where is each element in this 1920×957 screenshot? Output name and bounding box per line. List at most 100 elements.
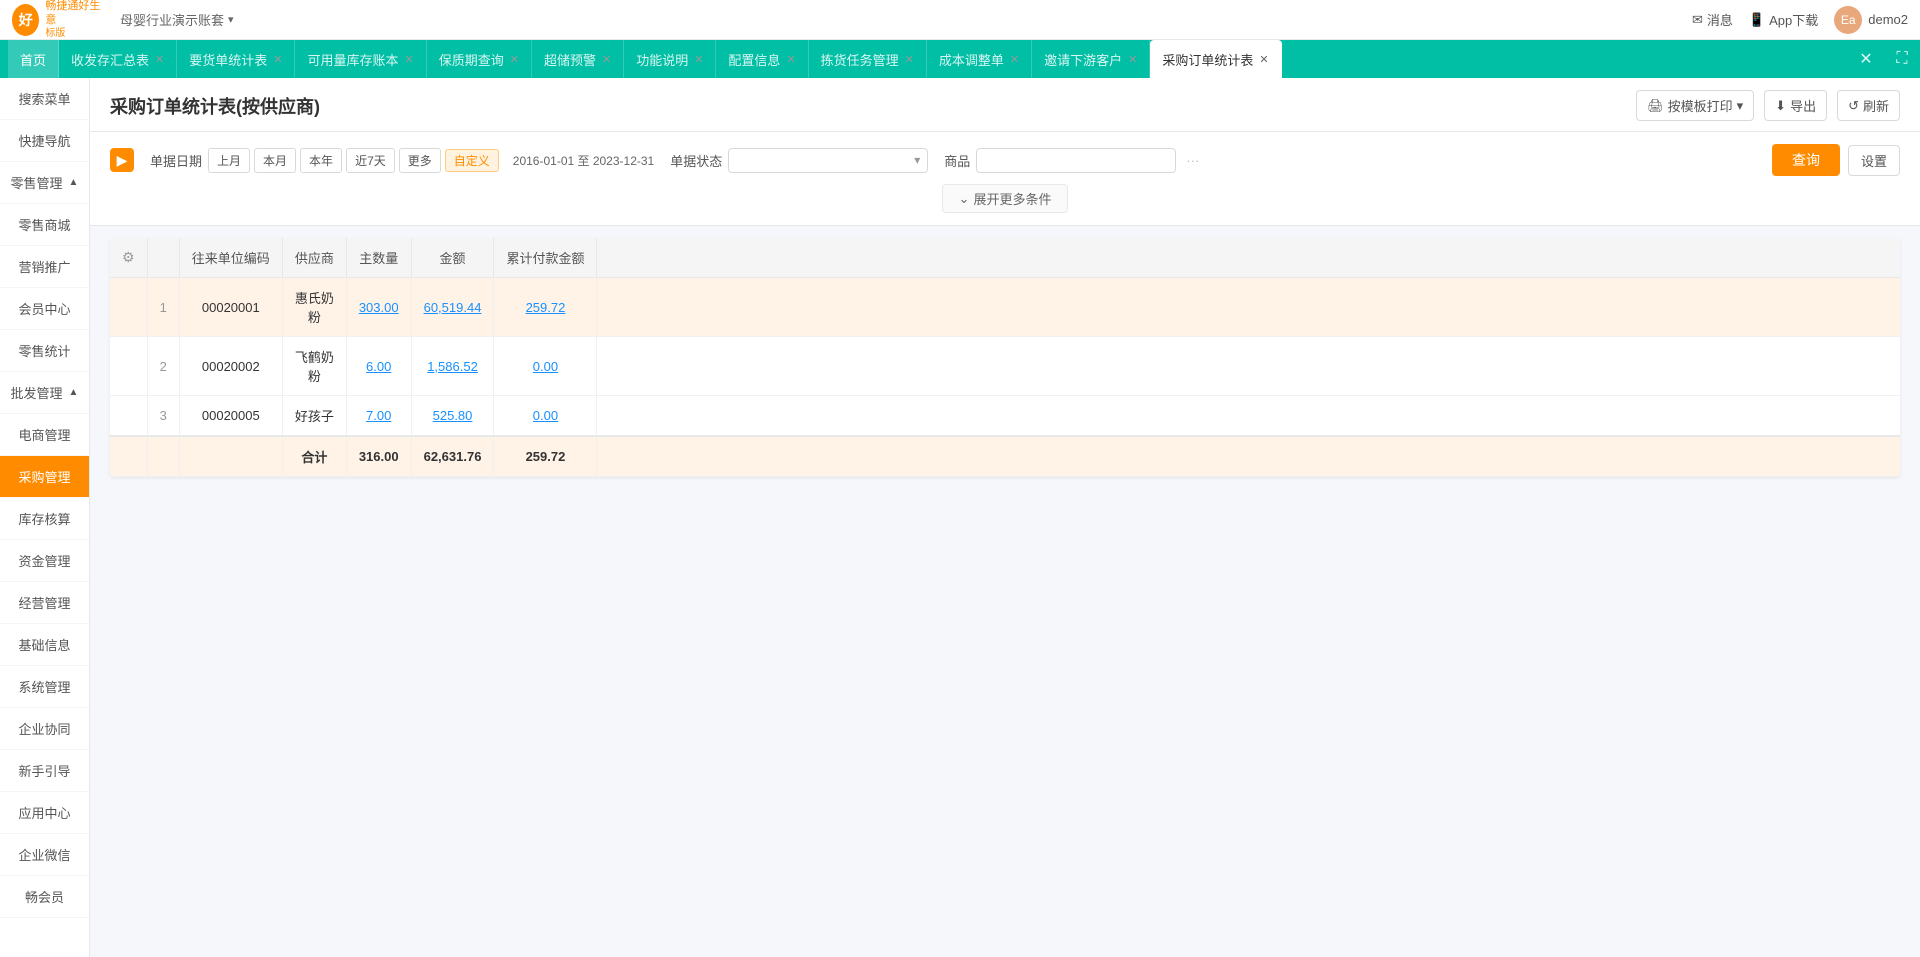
sidebar-item-purchase[interactable]: 采购管理 bbox=[0, 456, 89, 498]
close-icon[interactable]: ✕ bbox=[1259, 53, 1268, 66]
tab-baoxian[interactable]: 保质期查询 ✕ bbox=[427, 40, 532, 78]
chevron-down-icon: ⌄ bbox=[959, 191, 970, 207]
status-select[interactable] bbox=[728, 148, 928, 173]
date-shortcut-7days[interactable]: 近7天 bbox=[346, 148, 395, 173]
sidebar-item-enterprise[interactable]: 企业协同 bbox=[0, 708, 89, 750]
sidebar-item-app-center[interactable]: 应用中心 bbox=[0, 792, 89, 834]
sidebar-item-vip[interactable]: 畅会员 bbox=[0, 876, 89, 918]
close-icon[interactable]: ✕ bbox=[905, 53, 914, 66]
tab-peizhi[interactable]: 配置信息 ✕ bbox=[716, 40, 808, 78]
filter-toggle-button[interactable]: ▶ bbox=[110, 148, 134, 172]
row-main-qty[interactable]: 6.00 bbox=[346, 337, 411, 396]
filter-row: ▶ 单据日期 上月 本月 本年 近7天 更多 自定义 2016-01-01 至 … bbox=[110, 144, 1900, 176]
sidebar-item-label: 零售商城 bbox=[18, 215, 70, 234]
print-icon: 🖨 bbox=[1647, 98, 1664, 114]
home-tab-label: 首页 bbox=[20, 50, 46, 69]
sidebar-item-marketing[interactable]: 营销推广 bbox=[0, 246, 89, 288]
tab-paihuorenwu[interactable]: 拣货任务管理 ✕ bbox=[809, 40, 927, 78]
col-header-amount: 金额 bbox=[411, 238, 494, 278]
row-supplier-name: 好孩子 bbox=[282, 396, 346, 437]
expand-tabs-button[interactable]: ⛶ bbox=[1884, 40, 1920, 78]
goods-filter-item: 商品 ··· bbox=[944, 148, 1199, 173]
goods-input[interactable] bbox=[976, 148, 1176, 173]
close-icon[interactable]: ✕ bbox=[786, 53, 795, 66]
row-amount[interactable]: 60,519.44 bbox=[411, 278, 494, 337]
sidebar-item-system[interactable]: 系统管理 bbox=[0, 666, 89, 708]
tab-yaohuo[interactable]: 要货单统计表 ✕ bbox=[177, 40, 295, 78]
sidebar-item-retail-mall[interactable]: 零售商城 bbox=[0, 204, 89, 246]
chevron-down-icon: ▾ bbox=[1737, 98, 1744, 114]
row-main-qty[interactable]: 7.00 bbox=[346, 396, 411, 437]
close-all-tabs-button[interactable]: ✕ bbox=[1848, 40, 1884, 78]
close-icon[interactable]: ✕ bbox=[405, 53, 414, 66]
sidebar-item-shortcut[interactable]: 快捷导航 bbox=[0, 120, 89, 162]
row-settings-cell bbox=[110, 278, 147, 337]
tab-chengben[interactable]: 成本调整单 ✕ bbox=[927, 40, 1032, 78]
close-icon[interactable]: ✕ bbox=[602, 53, 611, 66]
row-num: 2 bbox=[147, 337, 179, 396]
page-content: 采购订单统计表(按供应商) 🖨 按模板打印 ▾ ⬇ 导出 ↺ 刷新 bbox=[90, 78, 1920, 957]
app-download-action[interactable]: 📱 App下载 bbox=[1749, 10, 1818, 29]
settings-button[interactable]: 设置 bbox=[1848, 145, 1900, 176]
row-main-qty[interactable]: 303.00 bbox=[346, 278, 411, 337]
sidebar-item-inventory[interactable]: 库存核算 bbox=[0, 498, 89, 540]
date-shortcut-this-month[interactable]: 本月 bbox=[254, 148, 296, 173]
tab-caigou[interactable]: 采购订单统计表 ✕ bbox=[1150, 40, 1281, 78]
workspace-selector[interactable]: 母婴行业演示账套 ▾ bbox=[112, 6, 242, 33]
tab-yaoqing[interactable]: 邀请下游客户 ✕ bbox=[1032, 40, 1150, 78]
sidebar-item-capital[interactable]: 资金管理 bbox=[0, 540, 89, 582]
tab-gongneng[interactable]: 功能说明 ✕ bbox=[624, 40, 716, 78]
sidebar-item-label: 会员中心 bbox=[18, 299, 70, 318]
sidebar-item-wechat[interactable]: 企业微信 bbox=[0, 834, 89, 876]
sidebar-item-search[interactable]: 搜索菜单 bbox=[0, 78, 89, 120]
sidebar-item-label: 畅会员 bbox=[25, 887, 64, 906]
sidebar-item-member[interactable]: 会员中心 bbox=[0, 288, 89, 330]
tab-chaochu[interactable]: 超储预警 ✕ bbox=[532, 40, 624, 78]
more-dots-icon[interactable]: ··· bbox=[1186, 153, 1199, 168]
date-shortcut-more[interactable]: 更多 bbox=[399, 148, 441, 173]
user-profile[interactable]: Ea demo2 bbox=[1834, 6, 1908, 34]
sidebar-item-retail-stats[interactable]: 零售统计 bbox=[0, 330, 89, 372]
message-action[interactable]: ✉ 消息 bbox=[1692, 10, 1733, 29]
date-shortcut-last-month[interactable]: 上月 bbox=[208, 148, 250, 173]
table-row: 1 00020001 惠氏奶粉 303.00 60,519.44 259.72 bbox=[110, 278, 1900, 337]
logo-text: 畅捷通好生意 标版 bbox=[45, 0, 102, 40]
close-icon[interactable]: ✕ bbox=[1010, 53, 1019, 66]
row-paid-amount[interactable]: 0.00 bbox=[494, 396, 597, 437]
footer-paid-amount: 259.72 bbox=[494, 436, 597, 477]
row-settings-cell bbox=[110, 396, 147, 437]
expand-filter-button[interactable]: ⌄ 展开更多条件 bbox=[942, 184, 1069, 213]
row-settings-cell bbox=[110, 337, 147, 396]
search-button[interactable]: 查询 bbox=[1772, 144, 1840, 176]
table-row: 2 00020002 飞鹤奶粉 6.00 1,586.52 0.00 bbox=[110, 337, 1900, 396]
date-shortcut-this-year[interactable]: 本年 bbox=[300, 148, 342, 173]
row-amount[interactable]: 525.80 bbox=[411, 396, 494, 437]
close-icon[interactable]: ✕ bbox=[155, 53, 164, 66]
goods-filter-label: 商品 bbox=[944, 151, 970, 170]
close-icon[interactable]: ✕ bbox=[510, 53, 519, 66]
sidebar-item-basic[interactable]: 基础信息 bbox=[0, 624, 89, 666]
row-paid-amount[interactable]: 0.00 bbox=[494, 337, 597, 396]
print-button[interactable]: 🖨 按模板打印 ▾ bbox=[1636, 90, 1754, 121]
row-amount[interactable]: 1,586.52 bbox=[411, 337, 494, 396]
tab-shoufacun[interactable]: 收发存汇总表 ✕ bbox=[59, 40, 177, 78]
close-icon[interactable]: ✕ bbox=[273, 53, 282, 66]
sidebar-item-label: 批发管理 bbox=[11, 383, 63, 402]
close-icon[interactable]: ✕ bbox=[1128, 53, 1137, 66]
col-header-main-qty: 主数量 bbox=[346, 238, 411, 278]
export-button[interactable]: ⬇ 导出 bbox=[1764, 90, 1827, 121]
top-bar: 好 畅捷通好生意 标版 母婴行业演示账套 ▾ ✉ 消息 📱 App下载 Ea d… bbox=[0, 0, 1920, 40]
sidebar-item-newbie[interactable]: 新手引导 bbox=[0, 750, 89, 792]
settings-col-icon[interactable]: ⚙ bbox=[122, 249, 135, 265]
refresh-button[interactable]: ↺ 刷新 bbox=[1837, 90, 1900, 121]
close-icon[interactable]: ✕ bbox=[694, 53, 703, 66]
sidebar-item-batch[interactable]: 批发管理 ▲ bbox=[0, 372, 89, 414]
sidebar-item-retail[interactable]: 零售管理 ▲ bbox=[0, 162, 89, 204]
row-paid-amount[interactable]: 259.72 bbox=[494, 278, 597, 337]
sidebar-item-ecommerce[interactable]: 电商管理 bbox=[0, 414, 89, 456]
footer-amount: 62,631.76 bbox=[411, 436, 494, 477]
tab-home[interactable]: 首页 bbox=[8, 40, 59, 78]
tab-kuyun[interactable]: 可用量库存账本 ✕ bbox=[295, 40, 426, 78]
chevron-down-icon: ▲ bbox=[69, 177, 79, 188]
sidebar-item-operation[interactable]: 经营管理 bbox=[0, 582, 89, 624]
